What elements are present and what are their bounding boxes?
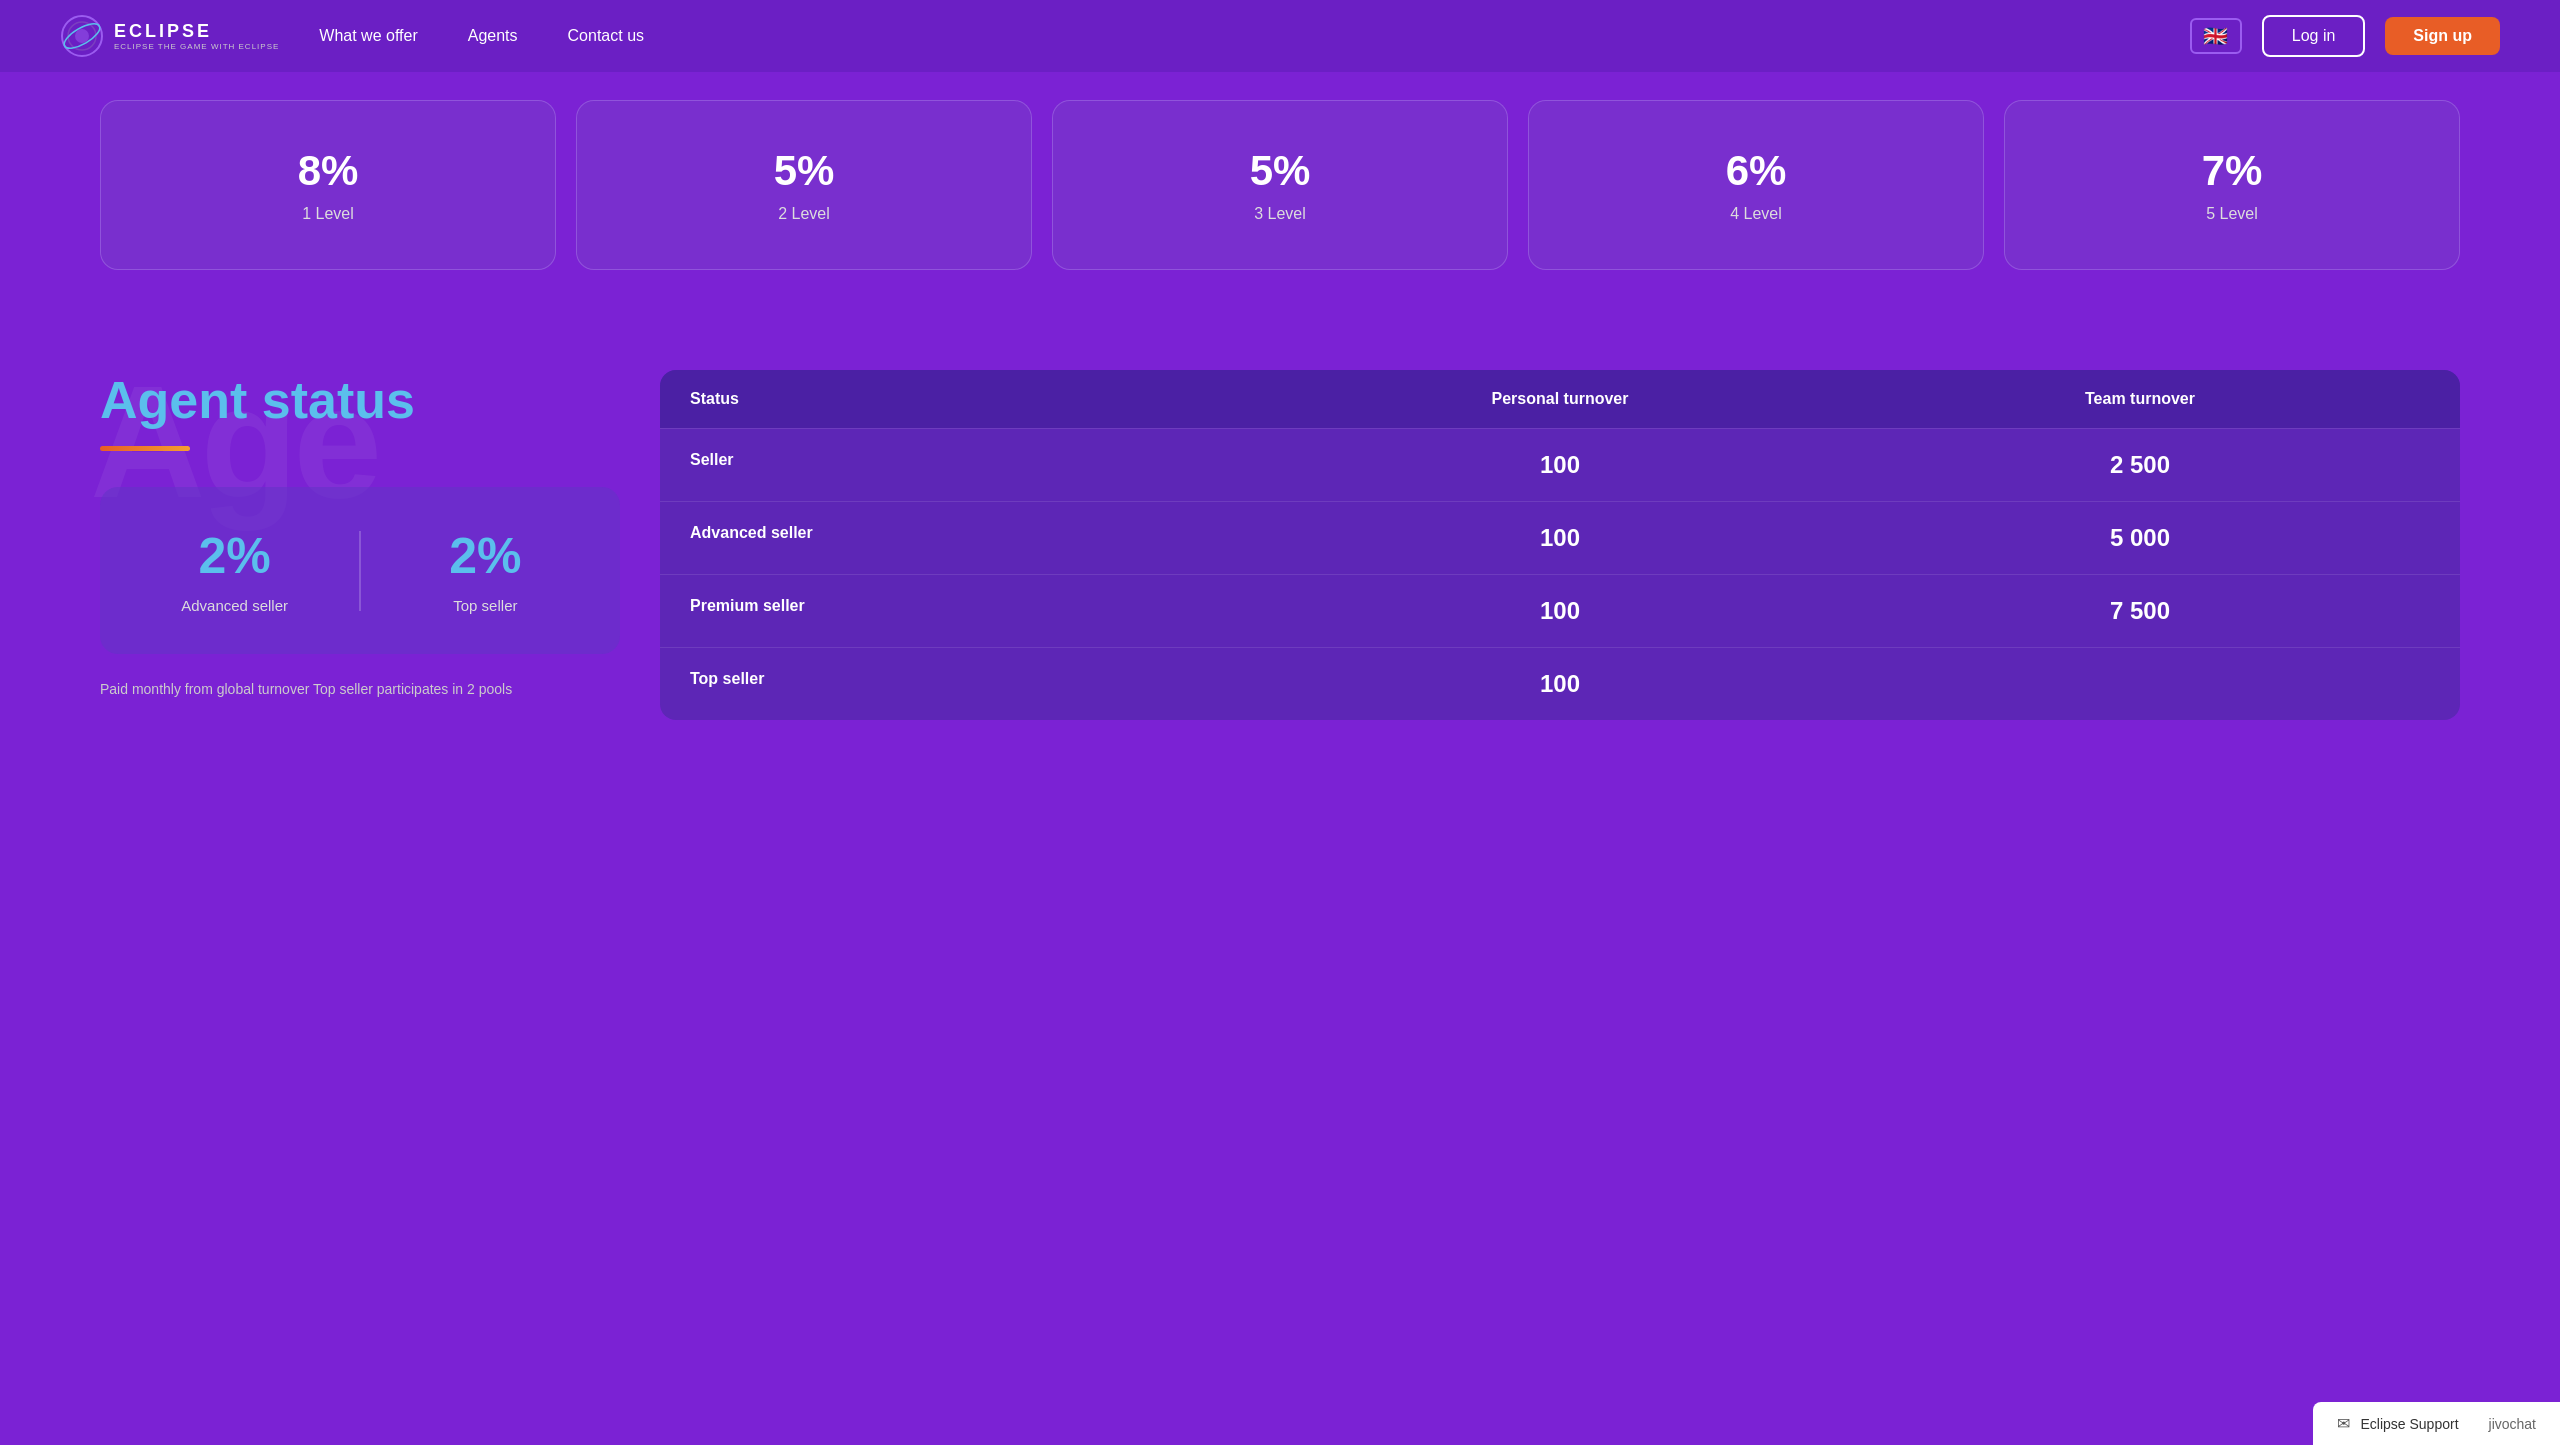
level-label-4: 4 Level	[1730, 205, 1782, 223]
level-cards-row: 8% 1 Level 5% 2 Level 5% 3 Level 6% 4 Le…	[100, 100, 2460, 270]
nav-links: What we offer Agents Contact us	[319, 27, 644, 45]
level-percent-5: 7%	[2202, 147, 2263, 195]
agent-status-section: Age Agent status 2% Advanced seller 2% T…	[0, 310, 2560, 760]
row-status-1: Seller	[690, 451, 1270, 479]
email-icon: ✉	[2337, 1414, 2350, 1433]
level-label-2: 2 Level	[778, 205, 830, 223]
navbar-left: ECLIPSE ECLIPSE THE GAME WITH ECLIPSE Wh…	[60, 14, 644, 58]
login-button[interactable]: Log in	[2262, 15, 2366, 57]
orange-line	[100, 446, 190, 451]
agent-status-right: Status Personal turnover Team turnover S…	[660, 370, 2460, 720]
advanced-seller-percent: 2% Advanced seller	[150, 527, 319, 614]
navbar-right: 🇬🇧 Log in Sign up	[2190, 15, 2500, 57]
row-team-2: 5 000	[1850, 524, 2430, 552]
signup-button[interactable]: Sign up	[2385, 17, 2500, 55]
nav-item-contact-us[interactable]: Contact us	[568, 27, 644, 45]
table-row: Premium seller 100 7 500	[660, 574, 2460, 647]
level-card-4: 6% 4 Level	[1528, 100, 1984, 270]
row-status-4: Top seller	[690, 670, 1270, 698]
logo-title: ECLIPSE	[114, 21, 279, 42]
main-content: 8% 1 Level 5% 2 Level 5% 3 Level 6% 4 Le…	[0, 0, 2560, 760]
col-status: Status	[690, 390, 1270, 408]
row-personal-1: 100	[1270, 451, 1850, 479]
support-label: Eclipse Support	[2360, 1416, 2458, 1432]
level-card-5: 7% 5 Level	[2004, 100, 2460, 270]
language-button[interactable]: 🇬🇧	[2190, 18, 2242, 54]
row-team-3: 7 500	[1850, 597, 2430, 625]
level-card-3: 5% 3 Level	[1052, 100, 1508, 270]
logo-subtitle: ECLIPSE THE GAME WITH ECLIPSE	[114, 42, 279, 51]
level-percent-4: 6%	[1726, 147, 1787, 195]
row-personal-4: 100	[1270, 670, 1850, 698]
status-table-header: Status Personal turnover Team turnover	[660, 370, 2460, 428]
row-status-3: Premium seller	[690, 597, 1270, 625]
row-personal-2: 100	[1270, 524, 1850, 552]
row-team-4	[1850, 670, 2430, 698]
row-team-1: 2 500	[1850, 451, 2430, 479]
level-label-1: 1 Level	[302, 205, 354, 223]
nav-item-agents[interactable]: Agents	[468, 27, 518, 45]
pool-description: Paid monthly from global turnover Top se…	[100, 678, 620, 700]
level-percent-1: 8%	[298, 147, 359, 195]
col-personal: Personal turnover	[1270, 390, 1850, 408]
chat-label: jivochat	[2489, 1416, 2536, 1432]
vertical-divider	[359, 531, 361, 611]
status-table: Status Personal turnover Team turnover S…	[660, 370, 2460, 720]
table-row: Top seller 100	[660, 647, 2460, 720]
table-row: Seller 100 2 500	[660, 428, 2460, 501]
level-card-2: 5% 2 Level	[576, 100, 1032, 270]
level-label-5: 5 Level	[2206, 205, 2258, 223]
agent-status-left: Age Agent status 2% Advanced seller 2% T…	[100, 370, 620, 700]
row-status-2: Advanced seller	[690, 524, 1270, 552]
level-cards-section: 8% 1 Level 5% 2 Level 5% 3 Level 6% 4 Le…	[0, 80, 2560, 310]
level-percent-2: 5%	[774, 147, 835, 195]
logo-icon	[60, 14, 104, 58]
level-label-3: 3 Level	[1254, 205, 1306, 223]
row-personal-3: 100	[1270, 597, 1850, 625]
support-bar[interactable]: ✉ Eclipse Support jivochat	[2313, 1402, 2560, 1445]
nav-item-what-we-offer[interactable]: What we offer	[319, 27, 417, 45]
col-team: Team turnover	[1850, 390, 2430, 408]
top-seller-percent: 2% Top seller	[401, 527, 570, 614]
flag-icon: 🇬🇧	[2203, 24, 2228, 48]
status-table-body: Seller 100 2 500 Advanced seller 100 5 0…	[660, 428, 2460, 720]
level-card-1: 8% 1 Level	[100, 100, 556, 270]
svg-point-2	[75, 29, 89, 43]
agent-status-title: Agent status	[100, 370, 620, 430]
level-percent-3: 5%	[1250, 147, 1311, 195]
logo-text: ECLIPSE ECLIPSE THE GAME WITH ECLIPSE	[114, 21, 279, 51]
navbar: ECLIPSE ECLIPSE THE GAME WITH ECLIPSE Wh…	[0, 0, 2560, 72]
agent-percentages-card: 2% Advanced seller 2% Top seller	[100, 487, 620, 654]
table-row: Advanced seller 100 5 000	[660, 501, 2460, 574]
logo[interactable]: ECLIPSE ECLIPSE THE GAME WITH ECLIPSE	[60, 14, 279, 58]
